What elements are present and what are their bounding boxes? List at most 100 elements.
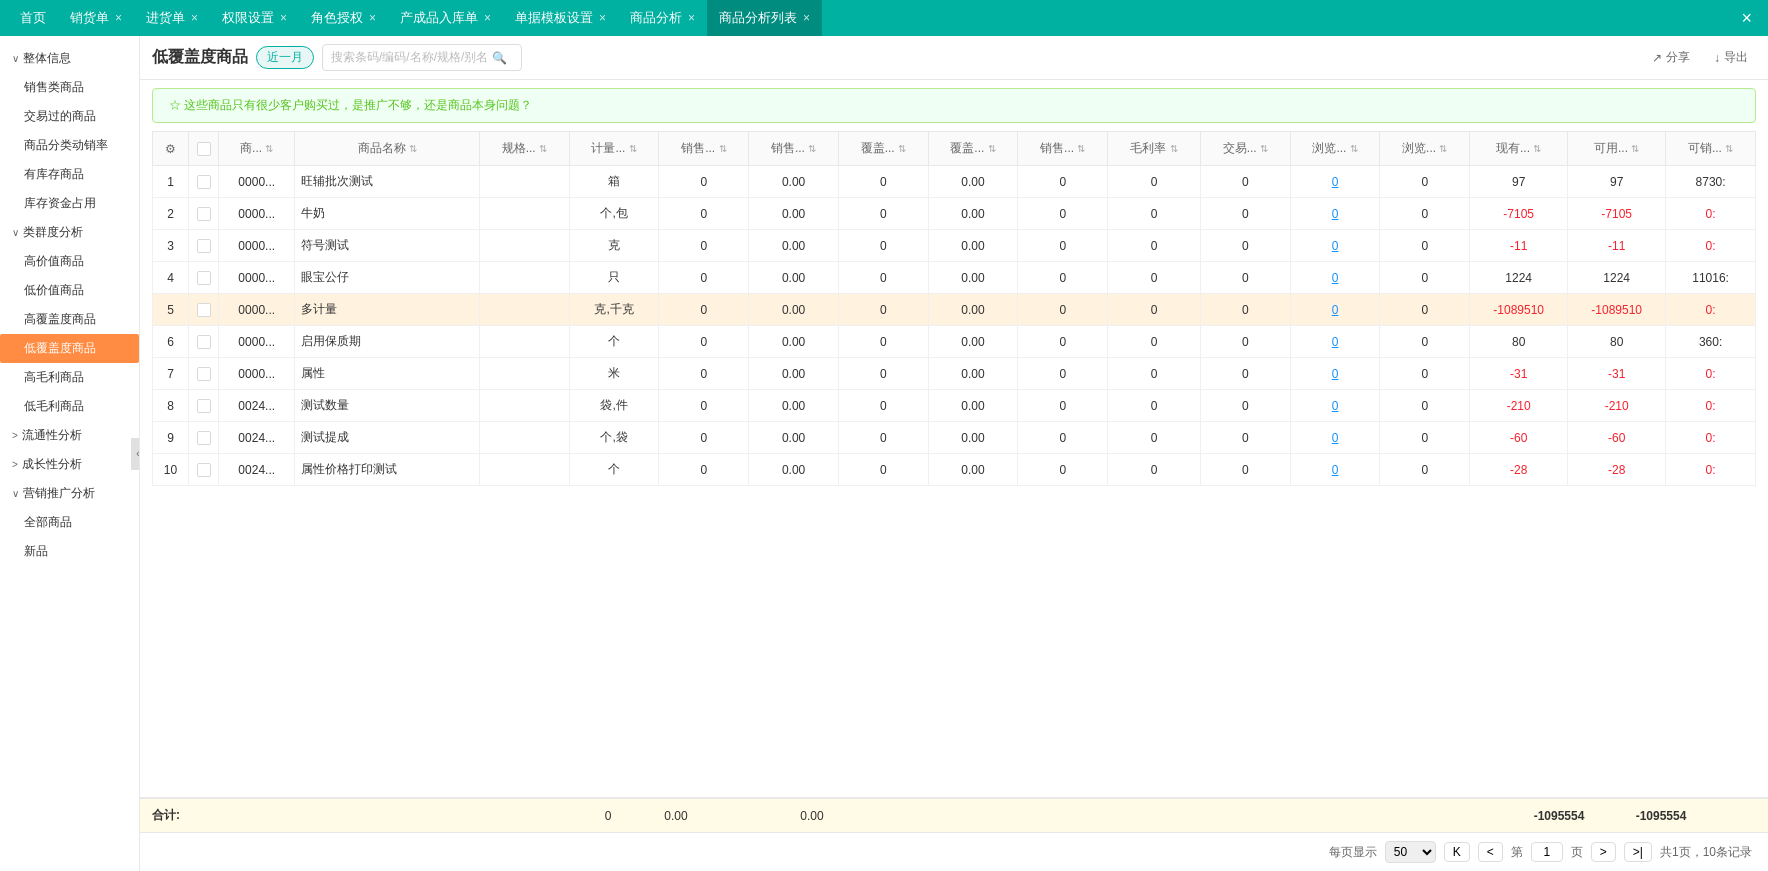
row-select-checkbox[interactable] [197, 367, 211, 381]
row-checkbox[interactable] [189, 454, 219, 486]
nav-close-template-settings[interactable]: × [599, 11, 606, 25]
col-saleable[interactable]: 可销... ⇅ [1666, 132, 1756, 166]
sidebar-item-low-value[interactable]: 低价值商品 [0, 276, 139, 305]
row-browse1[interactable]: 0 [1290, 358, 1380, 390]
page-input[interactable] [1531, 842, 1563, 862]
sidebar-item-low-margin[interactable]: 低毛利商品 [0, 392, 139, 421]
col-available-stock[interactable]: 可用... ⇅ [1568, 132, 1666, 166]
row-checkbox[interactable] [189, 422, 219, 454]
select-all-checkbox[interactable] [197, 142, 211, 156]
nav-template-settings[interactable]: 单据模板设置 × [503, 0, 618, 36]
row-checkbox[interactable] [189, 198, 219, 230]
col-trade[interactable]: 交易... ⇅ [1200, 132, 1290, 166]
row-browse1[interactable]: 0 [1290, 198, 1380, 230]
sidebar-section-cluster[interactable]: ∨ 类群度分析 [0, 218, 139, 247]
sidebar-section-growth[interactable]: > 成长性分析 [0, 450, 139, 479]
nav-sales-order[interactable]: 销货单 × [58, 0, 134, 36]
row-checkbox[interactable] [189, 262, 219, 294]
export-btn[interactable]: ↓ 导出 [1706, 45, 1756, 70]
row-select-checkbox[interactable] [197, 335, 211, 349]
col-current-stock[interactable]: 现有... ⇅ [1470, 132, 1568, 166]
sidebar-section-circulation[interactable]: > 流通性分析 [0, 421, 139, 450]
col-cover1[interactable]: 覆盖... ⇅ [838, 132, 928, 166]
col-cover2[interactable]: 覆盖... ⇅ [928, 132, 1018, 166]
sidebar-item-stock-capital[interactable]: 库存资金占用 [0, 189, 139, 218]
sidebar-item-traded-goods[interactable]: 交易过的商品 [0, 102, 139, 131]
first-page-btn[interactable]: K [1444, 842, 1470, 862]
row-browse1[interactable]: 0 [1290, 326, 1380, 358]
col-sales3[interactable]: 销售... ⇅ [1018, 132, 1108, 166]
col-spec[interactable]: 规格... ⇅ [480, 132, 570, 166]
page-size-select[interactable]: 50 100 200 [1385, 841, 1436, 863]
window-close-btn[interactable]: × [1733, 8, 1760, 29]
col-sales-amt[interactable]: 销售... ⇅ [749, 132, 839, 166]
next-page-btn[interactable]: > [1591, 842, 1616, 862]
col-unit[interactable]: 计量... ⇅ [569, 132, 659, 166]
row-browse1[interactable]: 0 [1290, 422, 1380, 454]
row-checkbox[interactable] [189, 294, 219, 326]
search-icon[interactable]: 🔍 [492, 51, 507, 65]
sidebar-item-low-coverage[interactable]: 低覆盖度商品 [0, 334, 139, 363]
filter-recent-month-btn[interactable]: 近一月 [256, 46, 314, 69]
col-browse2[interactable]: 浏览... ⇅ [1380, 132, 1470, 166]
nav-close-product-analysis-list[interactable]: × [803, 11, 810, 25]
row-checkbox[interactable] [189, 358, 219, 390]
nav-close-product-inbound[interactable]: × [484, 11, 491, 25]
sidebar-item-stocked-goods[interactable]: 有库存商品 [0, 160, 139, 189]
nav-close-purchase-order[interactable]: × [191, 11, 198, 25]
row-checkbox[interactable] [189, 230, 219, 262]
row-code: 0000... [219, 358, 295, 390]
table-wrapper[interactable]: ⚙ 商... ⇅ 商品名称 ⇅ 规格... ⇅ 计量... ⇅ 销售... ⇅ … [140, 131, 1768, 797]
last-page-btn[interactable]: >| [1624, 842, 1652, 862]
col-gross-rate[interactable]: 毛利率 ⇅ [1108, 132, 1201, 166]
sidebar-item-high-value[interactable]: 高价值商品 [0, 247, 139, 276]
row-browse1[interactable]: 0 [1290, 230, 1380, 262]
nav-product-analysis[interactable]: 商品分析 × [618, 0, 707, 36]
sidebar-section-overview[interactable]: ∨ 整体信息 [0, 44, 139, 73]
row-select-checkbox[interactable] [197, 239, 211, 253]
nav-permission[interactable]: 权限设置 × [210, 0, 299, 36]
row-browse1[interactable]: 0 [1290, 166, 1380, 198]
col-settings[interactable]: ⚙ [153, 132, 189, 166]
row-browse1[interactable]: 0 [1290, 390, 1380, 422]
sidebar-item-high-margin[interactable]: 高毛利商品 [0, 363, 139, 392]
row-select-checkbox[interactable] [197, 463, 211, 477]
nav-home[interactable]: 首页 [8, 0, 58, 36]
search-box[interactable]: 搜索条码/编码/名称/规格/别名 🔍 [322, 44, 522, 71]
nav-role-auth[interactable]: 角色授权 × [299, 0, 388, 36]
nav-product-inbound[interactable]: 产成品入库单 × [388, 0, 503, 36]
sidebar-item-all-goods[interactable]: 全部商品 [0, 508, 139, 537]
col-code[interactable]: 商... ⇅ [219, 132, 295, 166]
col-sales-qty[interactable]: 销售... ⇅ [659, 132, 749, 166]
nav-close-permission[interactable]: × [280, 11, 287, 25]
row-select-checkbox[interactable] [197, 175, 211, 189]
row-browse1[interactable]: 0 [1290, 294, 1380, 326]
col-browse1[interactable]: 浏览... ⇅ [1290, 132, 1380, 166]
row-checkbox[interactable] [189, 390, 219, 422]
sidebar-item-high-coverage[interactable]: 高覆盖度商品 [0, 305, 139, 334]
row-select-checkbox[interactable] [197, 399, 211, 413]
row-checkbox[interactable] [189, 166, 219, 198]
prev-page-btn[interactable]: < [1478, 842, 1503, 862]
row-browse1[interactable]: 0 [1290, 454, 1380, 486]
sidebar-collapse-btn[interactable]: « [131, 438, 140, 470]
sidebar-item-category-rate[interactable]: 商品分类动销率 [0, 131, 139, 160]
share-btn[interactable]: ↗ 分享 [1644, 45, 1698, 70]
sidebar-item-new-goods[interactable]: 新品 [0, 537, 139, 566]
row-checkbox[interactable] [189, 326, 219, 358]
nav-purchase-order[interactable]: 进货单 × [134, 0, 210, 36]
sidebar-item-sales-goods[interactable]: 销售类商品 [0, 73, 139, 102]
row-browse1[interactable]: 0 [1290, 262, 1380, 294]
col-checkbox[interactable] [189, 132, 219, 166]
sidebar-section-marketing[interactable]: ∨ 营销推广分析 [0, 479, 139, 508]
row-select-checkbox[interactable] [197, 207, 211, 221]
gear-icon[interactable]: ⚙ [165, 142, 176, 156]
row-select-checkbox[interactable] [197, 431, 211, 445]
nav-close-sales-order[interactable]: × [115, 11, 122, 25]
row-select-checkbox[interactable] [197, 303, 211, 317]
row-select-checkbox[interactable] [197, 271, 211, 285]
nav-product-analysis-list[interactable]: 商品分析列表 × [707, 0, 822, 36]
nav-close-role-auth[interactable]: × [369, 11, 376, 25]
nav-close-product-analysis[interactable]: × [688, 11, 695, 25]
col-name[interactable]: 商品名称 ⇅ [295, 132, 480, 166]
